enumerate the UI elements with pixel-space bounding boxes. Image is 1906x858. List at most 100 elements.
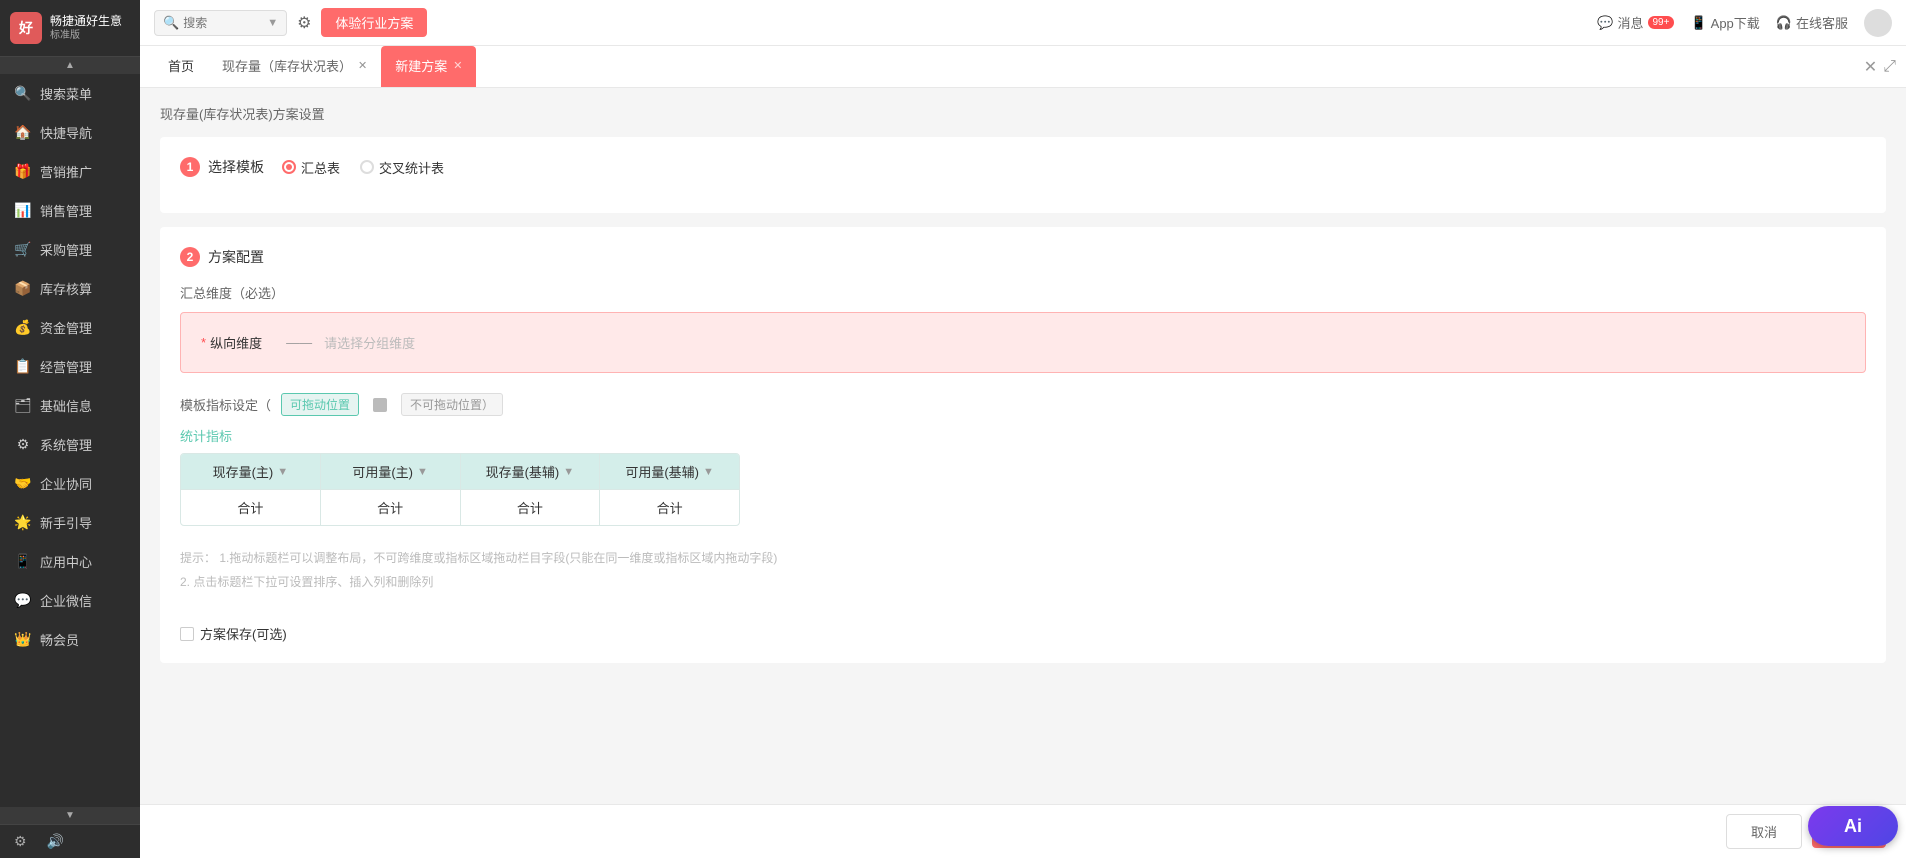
page-title: 现存量(库存状况表)方案设置 — [160, 104, 1886, 123]
indicator-label-text: 模板指标设定（ — [180, 395, 271, 414]
sound-footer-icon[interactable]: 🔊 — [47, 833, 64, 850]
sidebar-label-marketing: 营销推广 — [40, 162, 92, 181]
ai-fab-label: Ai — [1844, 816, 1862, 837]
col-dropdown-icon[interactable]: ▼ — [563, 466, 574, 478]
stats-table: 现存量(主)▼可用量(主)▼现存量(基辅)▼可用量(基辅)▼ 合计合计合计合计 — [180, 453, 740, 526]
sidebar-item-member[interactable]: 👑畅会员 — [0, 620, 140, 659]
sidebar-item-quicknav[interactable]: 🏠快捷导航 — [0, 113, 140, 152]
vertical-dimension-dash: —— — [286, 335, 312, 350]
search-dropdown-icon[interactable]: ▼ — [267, 17, 278, 29]
stats-header-cell[interactable]: 现存量(主)▼ — [181, 454, 321, 489]
tab-new-plan[interactable]: 新建方案 ✕ — [381, 46, 476, 87]
online-service-action[interactable]: 🎧 在线客服 — [1776, 13, 1848, 32]
sidebar: 好 畅捷通好生意 标准版 ▲ 🔍搜索菜单🏠快捷导航🎁营销推广 📊 销售管理 🛒 采购管理… — [0, 0, 140, 858]
sidebar-nav: 🔍搜索菜单🏠快捷导航🎁营销推广 📊 销售管理 🛒 采购管理 📦 库存核算 💰 资金管理 📋经营管理… — [0, 74, 140, 807]
tab-home[interactable]: 首页 — [154, 46, 208, 87]
ai-fab-button[interactable]: Ai — [1808, 806, 1898, 846]
radio-cross[interactable]: 交叉统计表 — [360, 158, 444, 177]
radio-summary[interactable]: 汇总表 — [282, 158, 340, 177]
sidebar-item-operation[interactable]: 📋经营管理 — [0, 347, 140, 386]
indicator-label-row: 模板指标设定（ 可拖动位置 不可拖动位置） — [180, 393, 1866, 416]
save-checkbox[interactable] — [180, 627, 194, 641]
summary-dimension-label: 汇总维度（必选） — [180, 283, 1866, 302]
col-dropdown-icon[interactable]: ▼ — [277, 466, 288, 478]
sidebar-item-finance[interactable]: 💰 资金管理 — [0, 308, 140, 347]
template-radio-group: 汇总表 交叉统计表 — [282, 158, 444, 177]
inventory-icon: 📦 — [14, 280, 32, 298]
stats-header-cell[interactable]: 可用量(主)▼ — [321, 454, 461, 489]
expand-panel-icon[interactable]: ⤢ — [1883, 58, 1896, 76]
non-draggable-separator — [373, 398, 387, 412]
step2-title: 方案配置 — [208, 247, 264, 267]
sidebar-item-contract[interactable]: 🤝 企业协同 — [0, 464, 140, 503]
settings-footer-icon[interactable]: ⚙ — [14, 833, 27, 850]
col-dropdown-icon[interactable]: ▼ — [703, 466, 714, 478]
step1-title: 选择模板 — [208, 157, 264, 177]
tab-inventory[interactable]: 现存量（库存状况表） ✕ — [208, 46, 381, 87]
main-area: 🔍 ▼ ⚙ 体验行业方案 💬 消息 99+ 📱 App下载 🎧 在线客服 — [140, 0, 1906, 858]
tab-inventory-close[interactable]: ✕ — [358, 59, 367, 72]
sidebar-scroll-up[interactable]: ▲ — [0, 57, 140, 74]
vertical-dimension-area: * 纵向维度 —— 请选择分组维度 — [180, 312, 1866, 373]
topbar-right: 💬 消息 99+ 📱 App下载 🎧 在线客服 — [1597, 9, 1892, 37]
close-panel-icon[interactable]: ✕ — [1864, 57, 1877, 77]
logo-icon: 好 — [10, 12, 42, 44]
quicknav-icon: 🏠 — [14, 124, 32, 142]
finance-icon: 💰 — [14, 319, 32, 337]
logo-text: 畅捷通好生意 标准版 — [50, 14, 122, 43]
sidebar-label-purchase: 采购管理 — [40, 240, 92, 259]
radio-cross-circle — [360, 160, 374, 174]
sidebar-label-system: 系统管理 — [40, 435, 92, 454]
trial-button[interactable]: 体验行业方案 — [321, 8, 427, 37]
vertical-dimension-placeholder[interactable]: 请选择分组维度 — [324, 333, 415, 352]
system-icon: ⚙ — [14, 436, 32, 454]
messages-action[interactable]: 💬 消息 99+ — [1597, 13, 1674, 32]
col-dropdown-icon[interactable]: ▼ — [417, 466, 428, 478]
stats-header-cell[interactable]: 可用量(基辅)▼ — [600, 454, 739, 489]
sidebar-item-inventory[interactable]: 📦 库存核算 — [0, 269, 140, 308]
sidebar-item-apps[interactable]: 📱应用中心 — [0, 542, 140, 581]
sidebar-item-guide[interactable]: 🌟新手引导 — [0, 503, 140, 542]
sidebar-item-wechat[interactable]: 💬企业微信 — [0, 581, 140, 620]
sidebar-label-wechat: 企业微信 — [40, 591, 92, 610]
sidebar-label-finance: 资金管理 — [40, 318, 92, 337]
phone-icon: 📱 — [1690, 15, 1706, 31]
draggable-badge: 可拖动位置 — [281, 393, 359, 416]
base-icon: 🗂 — [14, 397, 32, 415]
sidebar-label-inventory: 库存核算 — [40, 279, 92, 298]
sidebar-label-sales: 销售管理 — [40, 201, 92, 220]
sidebar-item-marketing[interactable]: 🎁营销推广 — [0, 152, 140, 191]
sales-icon: 📊 — [14, 202, 32, 220]
app-download-action[interactable]: 📱 App下载 — [1690, 13, 1759, 32]
content-area: 现存量(库存状况表)方案设置 1 选择模板 汇总表 交叉统计表 — [140, 88, 1906, 804]
indicator-settings: 模板指标设定（ 可拖动位置 不可拖动位置） 统计指标 现存量(主)▼可用量(主)… — [180, 393, 1866, 594]
search-box[interactable]: 🔍 ▼ — [154, 10, 287, 36]
radio-summary-circle — [282, 160, 296, 174]
stats-header-row: 现存量(主)▼可用量(主)▼现存量(基辅)▼可用量(基辅)▼ — [181, 454, 739, 489]
non-draggable-badge: 不可拖动位置） — [401, 393, 503, 416]
tabs-bar: 首页 现存量（库存状况表） ✕ 新建方案 ✕ ✕ ⤢ — [140, 46, 1906, 88]
sidebar-label-contract: 企业协同 — [40, 474, 92, 493]
search-input[interactable] — [183, 16, 263, 30]
sidebar-label-apps: 应用中心 — [40, 552, 92, 571]
topbar-gear-icon[interactable]: ⚙ — [297, 13, 311, 33]
user-avatar[interactable] — [1864, 9, 1892, 37]
tab-new-plan-close[interactable]: ✕ — [453, 59, 462, 72]
purchase-icon: 🛒 — [14, 241, 32, 259]
step1-header: 1 选择模板 汇总表 交叉统计表 — [180, 157, 1866, 177]
contract-icon: 🤝 — [14, 475, 32, 493]
cancel-button[interactable]: 取消 — [1726, 814, 1802, 849]
step2-header: 2 方案配置 — [180, 247, 1866, 267]
sidebar-item-base[interactable]: 🗂基础信息 — [0, 386, 140, 425]
stats-header-cell[interactable]: 现存量(基辅)▼ — [461, 454, 601, 489]
sidebar-item-sales[interactable]: 📊 销售管理 — [0, 191, 140, 230]
sidebar-item-system[interactable]: ⚙ 系统管理 — [0, 425, 140, 464]
sidebar-scroll-down[interactable]: ▼ — [0, 807, 140, 824]
topbar: 🔍 ▼ ⚙ 体验行业方案 💬 消息 99+ 📱 App下载 🎧 在线客服 — [140, 0, 1906, 46]
sidebar-item-search[interactable]: 🔍搜索菜单 — [0, 74, 140, 113]
sidebar-item-purchase[interactable]: 🛒 采购管理 — [0, 230, 140, 269]
tab-inventory-label: 现存量（库存状况表） — [222, 56, 352, 75]
bottom-bar: 取消 查询 — [140, 804, 1906, 858]
operation-icon: 📋 — [14, 358, 32, 376]
tabs-controls: ✕ ⤢ — [1864, 57, 1906, 77]
